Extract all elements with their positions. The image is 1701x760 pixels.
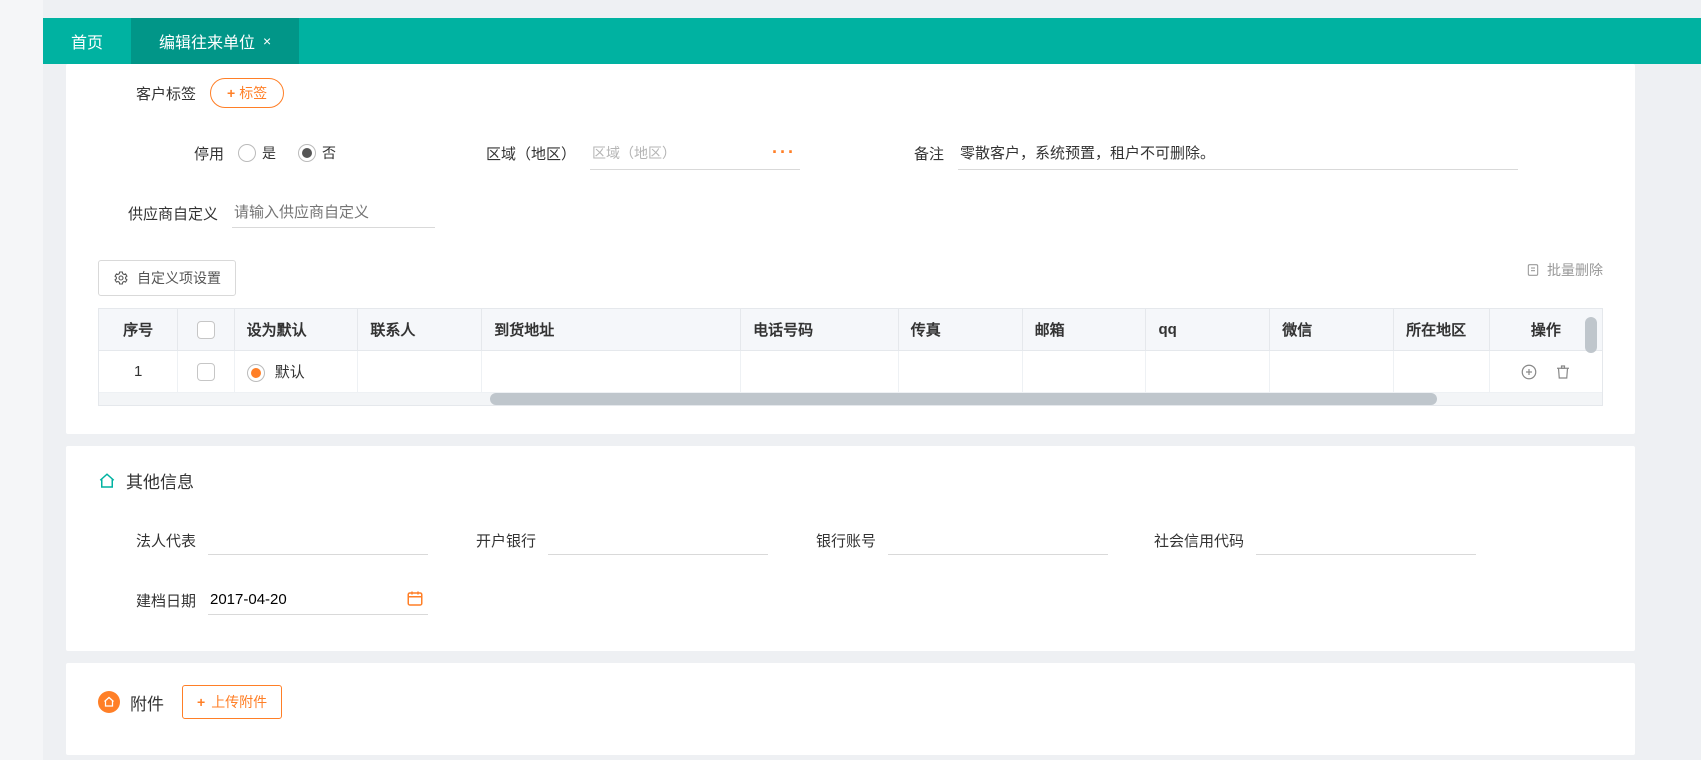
upload-attachment-button[interactable]: + 上传附件 — [182, 685, 282, 719]
cell-delivery-address[interactable] — [482, 351, 741, 393]
attachment-title: 附件 — [130, 690, 164, 715]
batch-delete-button[interactable]: 批量删除 — [1525, 260, 1603, 280]
social-credit-label: 社会信用代码 — [1148, 530, 1244, 551]
supplier-custom-input[interactable] — [232, 198, 435, 228]
add-tag-label: 标签 — [239, 83, 267, 103]
cell-fax[interactable] — [898, 351, 1022, 393]
basic-info-card: 客户标签 + 标签 停用 是 — [66, 64, 1635, 434]
scrollbar-thumb[interactable] — [490, 393, 1437, 405]
col-wechat: 微信 — [1270, 309, 1394, 351]
customer-tag-label: 客户标签 — [128, 83, 196, 104]
default-label: 默认 — [275, 364, 305, 381]
home-icon — [98, 472, 116, 490]
region-label: 区域（地区） — [486, 143, 576, 164]
remark-label: 备注 — [914, 143, 944, 164]
created-date-label: 建档日期 — [128, 590, 196, 611]
disable-no-radio[interactable]: 否 — [298, 143, 336, 163]
bank-input[interactable] — [548, 525, 768, 555]
cell-action — [1489, 351, 1602, 393]
cell-qq[interactable] — [1146, 351, 1270, 393]
plus-icon: + — [197, 694, 205, 710]
delete-row-button[interactable] — [1554, 363, 1572, 381]
remark-input[interactable]: 零散客户，系统预置，租户不可删除。 — [958, 136, 1518, 170]
tab-edit-label: 编辑往来单位 — [159, 29, 255, 53]
col-fax: 传真 — [898, 309, 1022, 351]
disable-yes-radio[interactable]: 是 — [238, 143, 276, 163]
table-row: 1 默认 — [99, 351, 1602, 393]
other-info-title: 其他信息 — [126, 468, 194, 493]
home-icon — [98, 691, 120, 713]
row-checkbox[interactable] — [197, 363, 215, 381]
col-phone: 电话号码 — [741, 309, 899, 351]
contacts-table: 序号 设为默认 联系人 到货地址 电话号码 传真 邮箱 qq 微信 — [98, 308, 1603, 406]
table-header-row: 序号 设为默认 联系人 到货地址 电话号码 传真 邮箱 qq 微信 — [99, 309, 1602, 351]
cell-phone[interactable] — [741, 351, 899, 393]
col-qq: qq — [1146, 309, 1270, 351]
col-checkbox — [178, 309, 234, 351]
default-radio[interactable] — [247, 364, 265, 382]
plus-icon: + — [227, 85, 235, 101]
col-email: 邮箱 — [1022, 309, 1146, 351]
vertical-scrollbar-thumb[interactable] — [1585, 317, 1597, 353]
add-row-button[interactable] — [1520, 363, 1538, 381]
social-credit-input[interactable] — [1256, 525, 1476, 555]
add-tag-button[interactable]: + 标签 — [210, 78, 284, 108]
disable-yes-label: 是 — [262, 143, 276, 163]
bank-label: 开户银行 — [468, 530, 536, 551]
tab-bar: 首页 编辑往来单位 × — [43, 18, 1701, 64]
disable-no-label: 否 — [322, 143, 336, 163]
col-set-default: 设为默认 — [234, 309, 358, 351]
col-seq: 序号 — [99, 309, 178, 351]
plus-circle-icon — [1520, 363, 1538, 381]
col-contact: 联系人 — [358, 309, 482, 351]
bank-account-input[interactable] — [888, 525, 1108, 555]
cell-wechat[interactable] — [1270, 351, 1394, 393]
custom-field-settings-label: 自定义项设置 — [137, 268, 221, 288]
upload-attachment-label: 上传附件 — [211, 692, 267, 712]
col-region: 所在地区 — [1394, 309, 1490, 351]
created-date-input[interactable] — [208, 585, 428, 615]
legal-rep-label: 法人代表 — [128, 530, 196, 551]
horizontal-scrollbar[interactable] — [99, 393, 1602, 405]
other-info-card: 其他信息 法人代表 开户银行 银行账号 社会信用代码 — [66, 446, 1635, 651]
col-delivery-address: 到货地址 — [482, 309, 741, 351]
custom-field-settings-button[interactable]: 自定义项设置 — [98, 260, 236, 296]
disable-radio-group: 是 否 — [238, 143, 336, 163]
legal-rep-input[interactable] — [208, 525, 428, 555]
cell-checkbox — [178, 351, 234, 393]
trash-icon — [1554, 363, 1572, 381]
cell-seq: 1 — [99, 351, 178, 393]
cell-contact[interactable] — [358, 351, 482, 393]
gear-icon — [113, 270, 129, 286]
cell-email[interactable] — [1022, 351, 1146, 393]
radio-checked-icon — [298, 144, 316, 162]
tab-home[interactable]: 首页 — [43, 18, 131, 64]
bank-account-label: 银行账号 — [808, 530, 876, 551]
disable-label: 停用 — [128, 143, 224, 164]
delete-doc-icon — [1525, 262, 1541, 278]
header-checkbox[interactable] — [197, 321, 215, 339]
batch-delete-label: 批量删除 — [1547, 260, 1603, 280]
attachment-card: 附件 + 上传附件 — [66, 663, 1635, 755]
cell-set-default: 默认 — [234, 351, 358, 393]
cell-region[interactable] — [1394, 351, 1490, 393]
tab-edit-contact-unit[interactable]: 编辑往来单位 × — [131, 18, 299, 64]
ellipsis-icon[interactable]: ··· — [768, 142, 800, 163]
radio-icon — [238, 144, 256, 162]
other-info-header: 其他信息 — [98, 464, 1603, 501]
close-icon[interactable]: × — [263, 33, 271, 49]
calendar-icon[interactable] — [406, 589, 424, 607]
supplier-custom-label: 供应商自定义 — [128, 203, 218, 224]
tab-home-label: 首页 — [71, 29, 103, 53]
region-input[interactable]: 区域（地区） — [590, 137, 678, 169]
attachment-header: 附件 + 上传附件 — [98, 681, 1603, 727]
